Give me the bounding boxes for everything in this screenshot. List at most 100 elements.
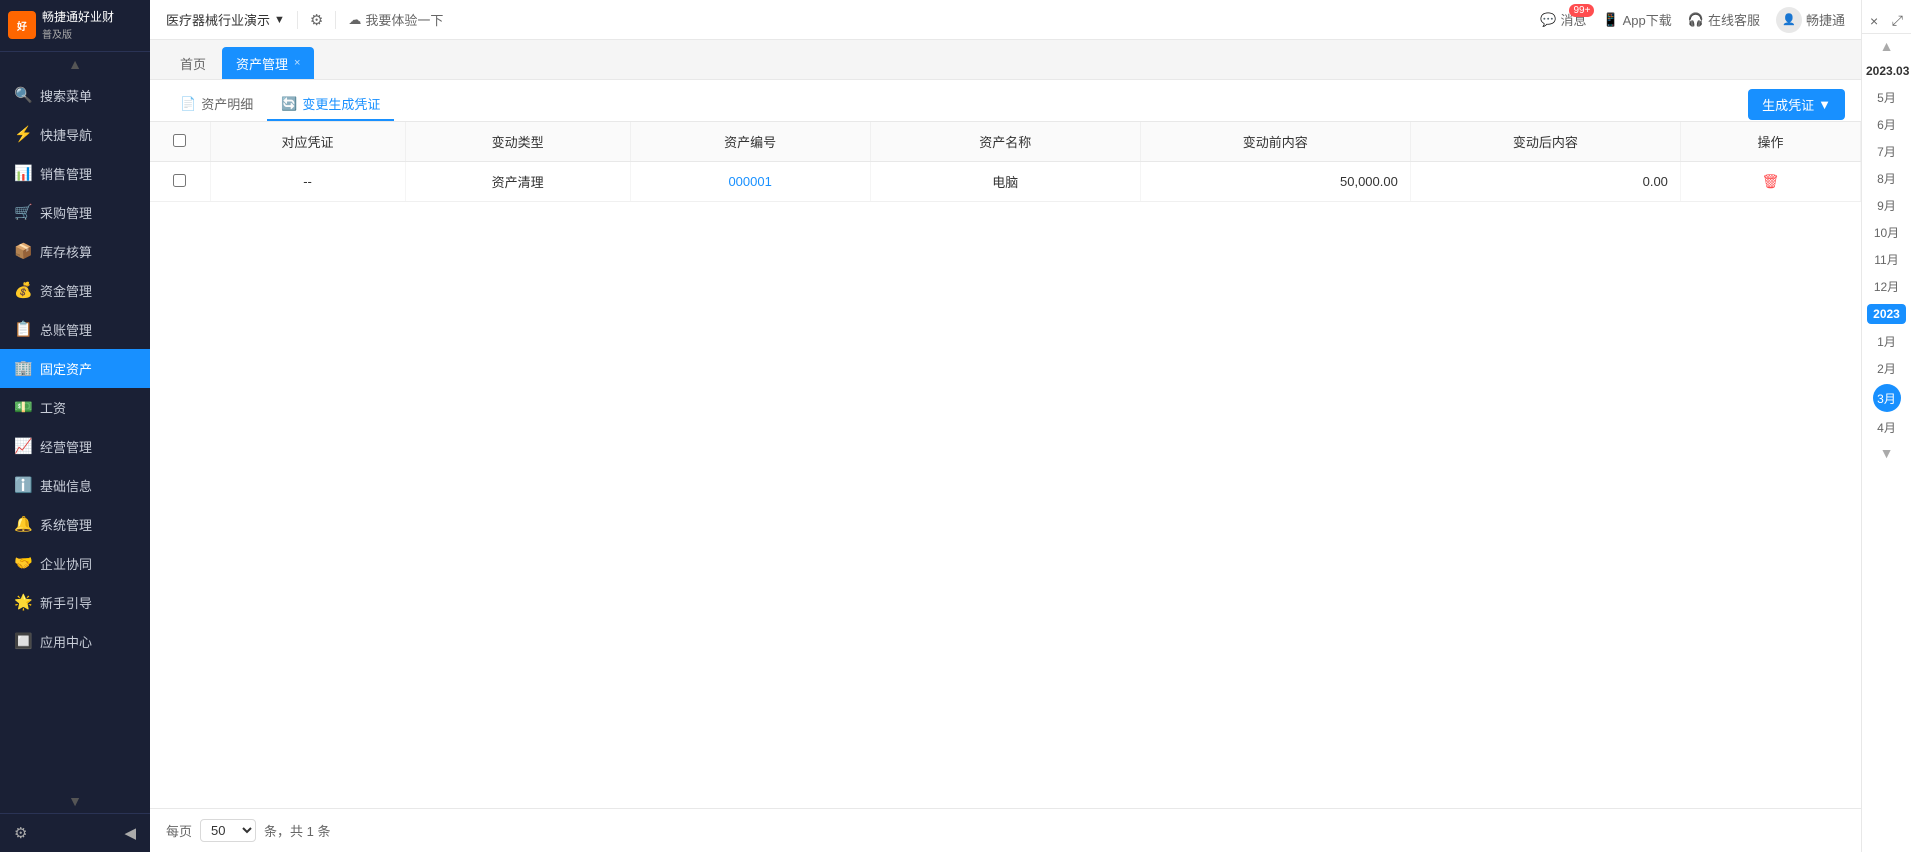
year-label: 2023.03: [1862, 58, 1911, 84]
sidebar-item-management[interactable]: 📈 经营管理: [0, 427, 150, 466]
sidebar-item-cooperation[interactable]: 🤝 企业协同: [0, 544, 150, 583]
app-download-btn[interactable]: 📱 App下载: [1602, 10, 1671, 29]
row-type: 资产清理: [405, 162, 630, 202]
month-2[interactable]: 2月: [1862, 355, 1911, 382]
month-7[interactable]: 7月: [1862, 138, 1911, 165]
sidebar-item-ledger[interactable]: 📋 总账管理: [0, 310, 150, 349]
delete-row-icon[interactable]: 🗑: [1762, 173, 1780, 189]
sidebar-item-fund[interactable]: 💰 资金管理: [0, 271, 150, 310]
phone-icon: 📱: [1602, 12, 1618, 28]
row-checkbox-cell: [150, 162, 210, 202]
sidebar-item-search[interactable]: 🔍 搜索菜单: [0, 76, 150, 115]
right-panel-header: × ⤢: [1862, 8, 1911, 34]
per-page-select[interactable]: 10 20 50 100: [200, 819, 256, 842]
collapse-icon[interactable]: ◀: [124, 824, 136, 842]
th-checkbox: [150, 122, 210, 162]
pagination: 每页 10 20 50 100 条，共 1 条: [150, 808, 1861, 852]
sub-tab-change-voucher[interactable]: 🔄 变更生成凭证: [267, 88, 394, 121]
panel-up-arrow[interactable]: ▲: [1876, 34, 1898, 58]
sidebar-item-guide[interactable]: 🌟 新手引导: [0, 583, 150, 622]
topbar-settings-icon[interactable]: ⚙: [310, 11, 323, 29]
app-logo-icon: 好: [8, 11, 36, 39]
row-code: 000001: [630, 162, 870, 202]
row-op: 🗑: [1680, 162, 1860, 202]
th-code: 资产编号: [630, 122, 870, 162]
sub-tabs: 📄 资产明细 🔄 变更生成凭证 生成凭证 ▼: [150, 80, 1861, 122]
sidebar: 好 畅捷通好业财 普及版 ▲ 🔍 搜索菜单 ⚡ 快捷导航 📊 销售管理 🛒 采购…: [0, 0, 150, 852]
tab-close-icon[interactable]: ×: [294, 57, 300, 69]
th-name: 资产名称: [870, 122, 1140, 162]
current-year-badge[interactable]: 2023: [1867, 304, 1906, 324]
sidebar-scroll-down[interactable]: ▼: [0, 789, 150, 813]
system-icon: 🔔: [14, 515, 32, 533]
table-wrapper: 对应凭证 变动类型 资产编号 资产名称 变动前内容: [150, 122, 1861, 808]
month-10[interactable]: 10月: [1862, 219, 1911, 246]
month-5[interactable]: 5月: [1862, 84, 1911, 111]
month-3-active[interactable]: 3月: [1873, 384, 1901, 412]
message-icon: 💬: [1540, 12, 1556, 28]
sidebar-item-inventory[interactable]: 📦 库存核算: [0, 232, 150, 271]
sidebar-item-quick-nav[interactable]: ⚡ 快捷导航: [0, 115, 150, 154]
row-name: 电脑: [870, 162, 1140, 202]
inventory-icon: 📦: [14, 242, 32, 260]
month-9[interactable]: 9月: [1862, 192, 1911, 219]
row-voucher: --: [210, 162, 405, 202]
sidebar-item-app-center[interactable]: 🔲 应用中心: [0, 622, 150, 661]
sidebar-item-purchase[interactable]: 🛒 采购管理: [0, 193, 150, 232]
right-panel-close-icon[interactable]: ×: [1870, 13, 1878, 29]
th-op: 操作: [1680, 122, 1860, 162]
right-panel: × ⤢ ▲ 2023.03 5月 6月 7月 8月 9月 10月 11月 12月…: [1861, 0, 1911, 852]
month-11[interactable]: 11月: [1862, 246, 1911, 273]
right-panel-expand-icon[interactable]: ⤢: [1892, 12, 1903, 29]
sidebar-item-fixed-assets[interactable]: 🏢 固定资产: [0, 349, 150, 388]
sidebar-item-payroll[interactable]: 💵 工资: [0, 388, 150, 427]
user-menu[interactable]: 👤 畅捷通: [1776, 7, 1845, 33]
sidebar-item-basic-info[interactable]: ℹ️ 基础信息: [0, 466, 150, 505]
month-8[interactable]: 8月: [1862, 165, 1911, 192]
month-1[interactable]: 1月: [1862, 328, 1911, 355]
th-after: 变动后内容: [1410, 122, 1680, 162]
settings-icon[interactable]: ⚙: [14, 824, 27, 842]
sidebar-logo: 好 畅捷通好业财 普及版: [0, 0, 150, 52]
month-4[interactable]: 4月: [1862, 414, 1911, 441]
change-voucher-icon: 🔄: [281, 96, 297, 112]
select-all-checkbox[interactable]: [173, 134, 186, 147]
tab-home[interactable]: 首页: [166, 47, 220, 79]
sidebar-item-system[interactable]: 🔔 系统管理: [0, 505, 150, 544]
sales-icon: 📊: [14, 164, 32, 182]
panel-down-arrow[interactable]: ▼: [1876, 441, 1898, 465]
message-badge: 99+: [1569, 4, 1594, 17]
search-icon: 🔍: [14, 86, 32, 104]
row-checkbox[interactable]: [173, 174, 186, 187]
month-12[interactable]: 12月: [1862, 273, 1911, 300]
generate-voucher-button[interactable]: 生成凭证 ▼: [1748, 89, 1845, 120]
topbar-divider-1: [297, 11, 298, 29]
row-after: 0.00: [1410, 162, 1680, 202]
table-header: 对应凭证 变动类型 资产编号 资产名称 变动前内容: [150, 122, 1861, 162]
tab-asset-mgmt[interactable]: 资产管理 ×: [222, 47, 314, 79]
company-dropdown-icon: ▼: [274, 14, 285, 26]
th-before: 变动前内容: [1140, 122, 1410, 162]
main-content: 医疗器械行业演示 ▼ ⚙ ☁ 我要体验一下 💬 消息 99+ 📱 App下载 🎧…: [150, 0, 1861, 852]
app-logo-text: 畅捷通好业财 普及版: [42, 10, 114, 41]
experience-btn[interactable]: ☁ 我要体验一下: [348, 10, 443, 29]
fixed-assets-icon: 🏢: [14, 359, 32, 377]
company-selector[interactable]: 医疗器械行业演示 ▼: [166, 10, 285, 29]
sidebar-scroll-up[interactable]: ▲: [0, 52, 150, 76]
headset-icon: 🎧: [1688, 12, 1704, 28]
sub-tab-asset-detail[interactable]: 📄 资产明细: [166, 88, 267, 121]
month-6[interactable]: 6月: [1862, 111, 1911, 138]
dropdown-arrow-icon: ▼: [1818, 97, 1831, 112]
table-row: -- 资产清理 000001 电脑 50,000.00: [150, 162, 1861, 202]
avatar: 👤: [1776, 7, 1802, 33]
sidebar-item-sales[interactable]: 📊 销售管理: [0, 154, 150, 193]
payroll-icon: 💵: [14, 398, 32, 416]
online-service-btn[interactable]: 🎧 在线客服: [1688, 10, 1760, 29]
ledger-icon: 📋: [14, 320, 32, 338]
sidebar-bottom: ⚙ ◀: [0, 813, 150, 852]
tabs-bar: 首页 资产管理 ×: [150, 40, 1861, 80]
messages-btn[interactable]: 💬 消息 99+: [1540, 10, 1586, 29]
app-center-icon: 🔲: [14, 632, 32, 650]
management-icon: 📈: [14, 437, 32, 455]
data-table: 对应凭证 变动类型 资产编号 资产名称 变动前内容: [150, 122, 1861, 202]
